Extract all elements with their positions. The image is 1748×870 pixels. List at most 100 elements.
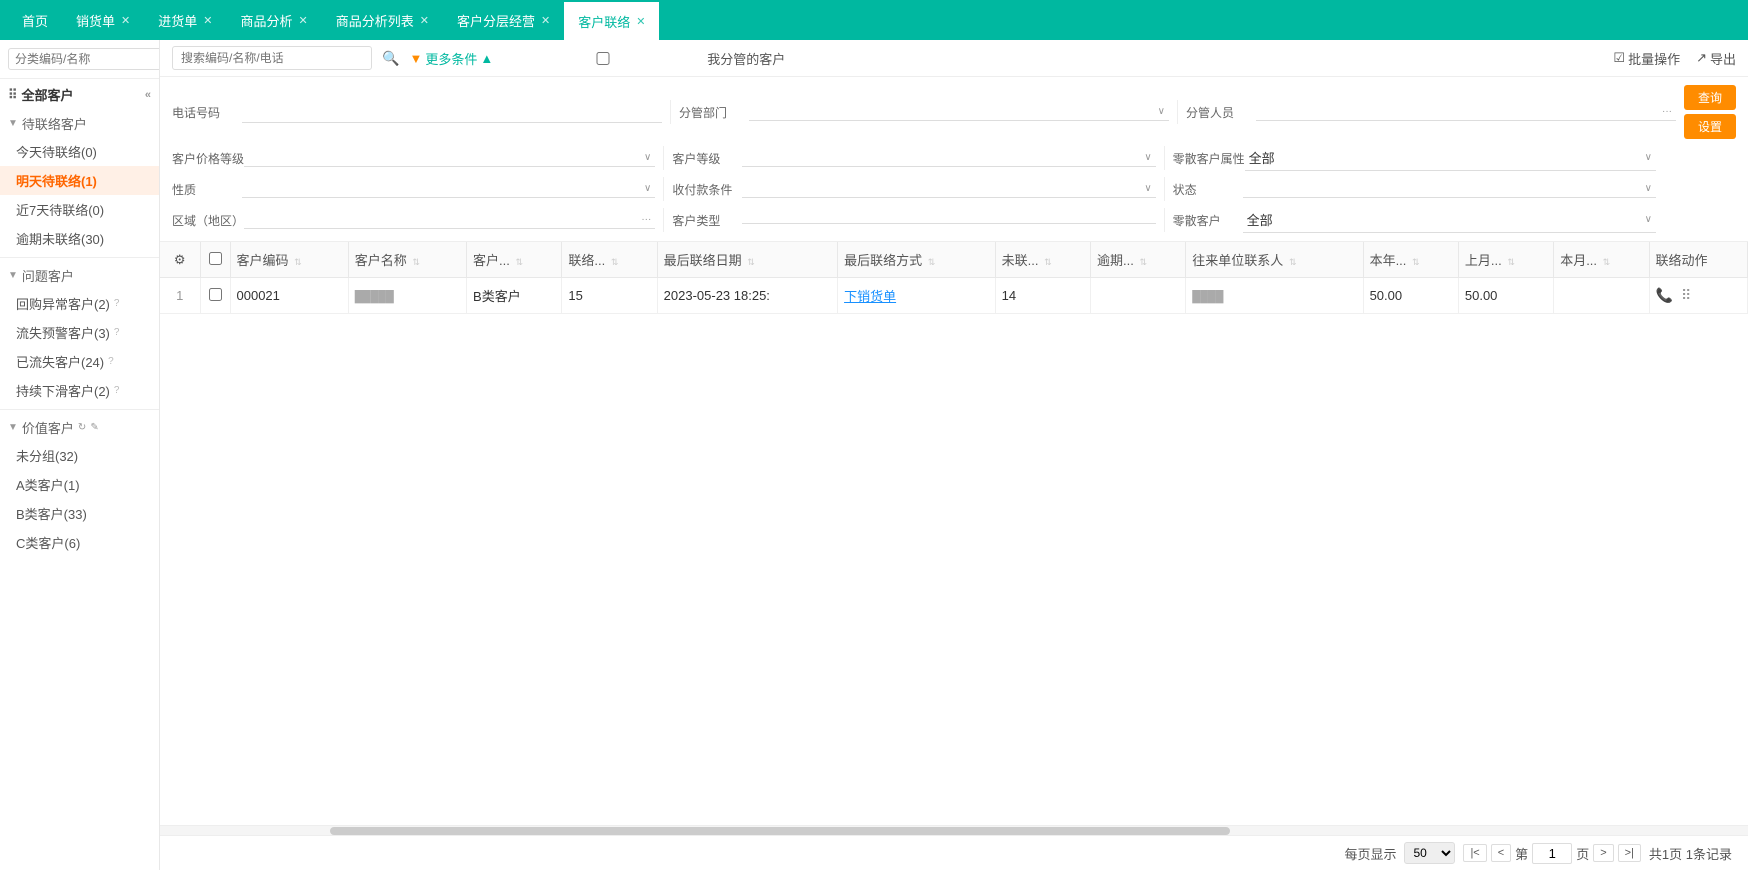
customer-level-select[interactable]: ∨ — [742, 149, 1155, 167]
grid-action-icon[interactable]: ⠿ — [1681, 287, 1691, 304]
sidebar-item-c-class[interactable]: C类客户(6) — [0, 528, 159, 557]
export-button[interactable]: ↗ 导出 — [1696, 49, 1736, 68]
page-number-input[interactable] — [1532, 843, 1572, 864]
dept-select[interactable]: ∨ — [749, 103, 1169, 121]
group-label-1[interactable]: ▼ 问题客户 — [0, 262, 159, 289]
person-select[interactable]: ··· — [1256, 103, 1676, 121]
first-page-button[interactable]: |< — [1463, 844, 1486, 862]
edit-icon[interactable]: ✎ — [90, 422, 98, 433]
td-checkbox[interactable] — [200, 278, 230, 314]
nav-tab-5[interactable]: 客户联络 ✕ — [564, 0, 659, 40]
sidebar-item-b-class[interactable]: B类客户(33) — [0, 499, 159, 528]
help-icon-2[interactable]: ? — [108, 356, 114, 367]
phone-action-icon[interactable]: 📞 — [1656, 287, 1673, 304]
close-tab-4-icon[interactable]: ✕ — [541, 14, 550, 27]
td-last-date: 2023-05-23 18:25: — [657, 278, 837, 314]
help-icon-1[interactable]: ? — [114, 327, 120, 338]
th-checkbox[interactable] — [200, 242, 230, 278]
price-level-select[interactable]: ∨ — [244, 149, 655, 167]
sidebar-item-7days[interactable]: 近7天待联络(0) — [0, 195, 159, 224]
select-all-checkbox[interactable] — [209, 252, 222, 265]
table-footer: 每页显示 50 100 200 |< < 第 页 > >| 共1页 1条记录 — [160, 835, 1748, 870]
search-button[interactable]: 🔍 — [382, 50, 399, 67]
sidebar-item-declining[interactable]: 持续下滑客户(2) ? — [0, 376, 159, 405]
close-tab-2-icon[interactable]: ✕ — [299, 14, 308, 27]
th-overdue[interactable]: 逾期... ⇅ — [1090, 242, 1185, 278]
sidebar-item-churned[interactable]: 已流失客户(24) ? — [0, 347, 159, 376]
dept-caret: ∨ — [1158, 106, 1165, 117]
group-label-0[interactable]: ▼ 待联络客户 — [0, 110, 159, 137]
retail-customer-caret: ∨ — [1645, 214, 1652, 225]
more-filter-button[interactable]: ▼ 更多条件 ▲ — [409, 49, 493, 68]
my-customers-checkbox[interactable] — [503, 52, 703, 65]
sidebar-item-overdue[interactable]: 逾期未联络(30) — [0, 224, 159, 253]
th-contact-count[interactable]: 联络... ⇅ — [562, 242, 657, 278]
payment-label: 收付款条件 — [672, 181, 742, 198]
th-last-method[interactable]: 最后联络方式 ⇅ — [838, 242, 996, 278]
search-input[interactable] — [172, 46, 372, 70]
last-page-button[interactable]: >| — [1618, 844, 1641, 862]
th-type[interactable]: 客户... ⇅ — [467, 242, 562, 278]
filter-actions: 查询 设置 — [1684, 85, 1736, 139]
th-uncontacted[interactable]: 未联... ⇅ — [995, 242, 1090, 278]
help-icon-3[interactable]: ? — [114, 385, 120, 396]
sidebar-item-tomorrow[interactable]: 明天待联络(1) — [0, 166, 159, 195]
phone-input[interactable] — [242, 102, 662, 123]
sidebar-item-a-class[interactable]: A类客户(1) — [0, 470, 159, 499]
th-last-month[interactable]: 上月... ⇅ — [1458, 242, 1553, 278]
status-select[interactable]: ∨ — [1243, 180, 1656, 198]
sidebar-item-today[interactable]: 今天待联络(0) — [0, 137, 159, 166]
settings-button[interactable]: 设置 — [1684, 114, 1736, 139]
nav-tab-2[interactable]: 商品分析 ✕ — [226, 0, 321, 40]
nav-tab-1[interactable]: 进货单 ✕ — [144, 0, 226, 40]
th-current-month[interactable]: 本月... ⇅ — [1554, 242, 1649, 278]
retail-attr-select[interactable]: 全部 ∨ — [1245, 145, 1656, 171]
sidebar-item-ungroped[interactable]: 未分组(32) — [0, 441, 159, 470]
per-page-select[interactable]: 50 100 200 — [1404, 842, 1455, 864]
sidebar-search-input[interactable] — [8, 48, 160, 70]
next-page-button[interactable]: > — [1593, 844, 1613, 862]
per-page-label: 每页显示 — [1344, 844, 1396, 863]
sidebar-item-repurchase[interactable]: 回购异常客户(2) ? — [0, 289, 159, 318]
filter-nature: 性质 ∨ — [172, 180, 655, 198]
th-current-year[interactable]: 本年... ⇅ — [1363, 242, 1458, 278]
close-tab-5-icon[interactable]: ✕ — [636, 15, 645, 28]
my-customers-checkbox-area[interactable]: 我分管的客户 — [503, 49, 785, 68]
scrollbar-thumb[interactable] — [330, 827, 1230, 835]
th-code[interactable]: 客户编码 ⇅ — [230, 242, 348, 278]
vdivider-2 — [1177, 100, 1178, 124]
batch-ops-button[interactable]: ☑ 批量操作 — [1613, 49, 1680, 68]
nav-tab-0[interactable]: 销货单 ✕ — [62, 0, 144, 40]
row-checkbox-0[interactable] — [209, 288, 222, 301]
nav-tab-4[interactable]: 客户分层经营 ✕ — [443, 0, 564, 40]
help-icon-0[interactable]: ? — [114, 298, 120, 309]
close-tab-0-icon[interactable]: ✕ — [121, 14, 130, 27]
td-last-method[interactable]: 下销货单 — [838, 278, 996, 314]
th-gear[interactable]: ⚙ — [160, 242, 200, 278]
group-label-2[interactable]: ▼ 价值客户 ↻ ✎ — [0, 414, 159, 441]
sidebar-item-churn-warn[interactable]: 流失预警客户(3) ? — [0, 318, 159, 347]
export-icon: ↗ — [1696, 50, 1707, 66]
refresh-icon[interactable]: ↻ — [78, 422, 86, 433]
region-select[interactable]: ··· — [244, 211, 655, 229]
horizontal-scrollbar[interactable] — [160, 825, 1748, 835]
collapse-icon[interactable]: « — [145, 89, 151, 101]
prev-page-button[interactable]: < — [1491, 844, 1511, 862]
sort-icon-contact: ⇅ — [611, 257, 619, 267]
th-contact-person[interactable]: 往来单位联系人 ⇅ — [1186, 242, 1363, 278]
close-tab-3-icon[interactable]: ✕ — [420, 14, 429, 27]
payment-select[interactable]: ∨ — [742, 180, 1155, 198]
customer-type-select[interactable] — [742, 217, 1155, 224]
close-tab-1-icon[interactable]: ✕ — [203, 14, 212, 27]
th-name[interactable]: 客户名称 ⇅ — [348, 242, 466, 278]
th-last-date[interactable]: 最后联络日期 ⇅ — [657, 242, 837, 278]
query-button[interactable]: 查询 — [1684, 85, 1736, 110]
all-customers-header[interactable]: ⠿ 全部客户 « — [0, 79, 159, 110]
sort-icon-lm: ⇅ — [1507, 257, 1515, 267]
nav-tab-3[interactable]: 商品分析列表 ✕ — [322, 0, 443, 40]
retail-customer-select[interactable]: 全部 ∨ — [1243, 207, 1656, 233]
nature-select[interactable]: ∨ — [242, 180, 655, 198]
filter-customer-level: 客户等级 ∨ — [672, 149, 1155, 167]
nav-home[interactable]: 首页 — [8, 0, 62, 40]
checkbox-icon: ☑ — [1613, 50, 1625, 66]
